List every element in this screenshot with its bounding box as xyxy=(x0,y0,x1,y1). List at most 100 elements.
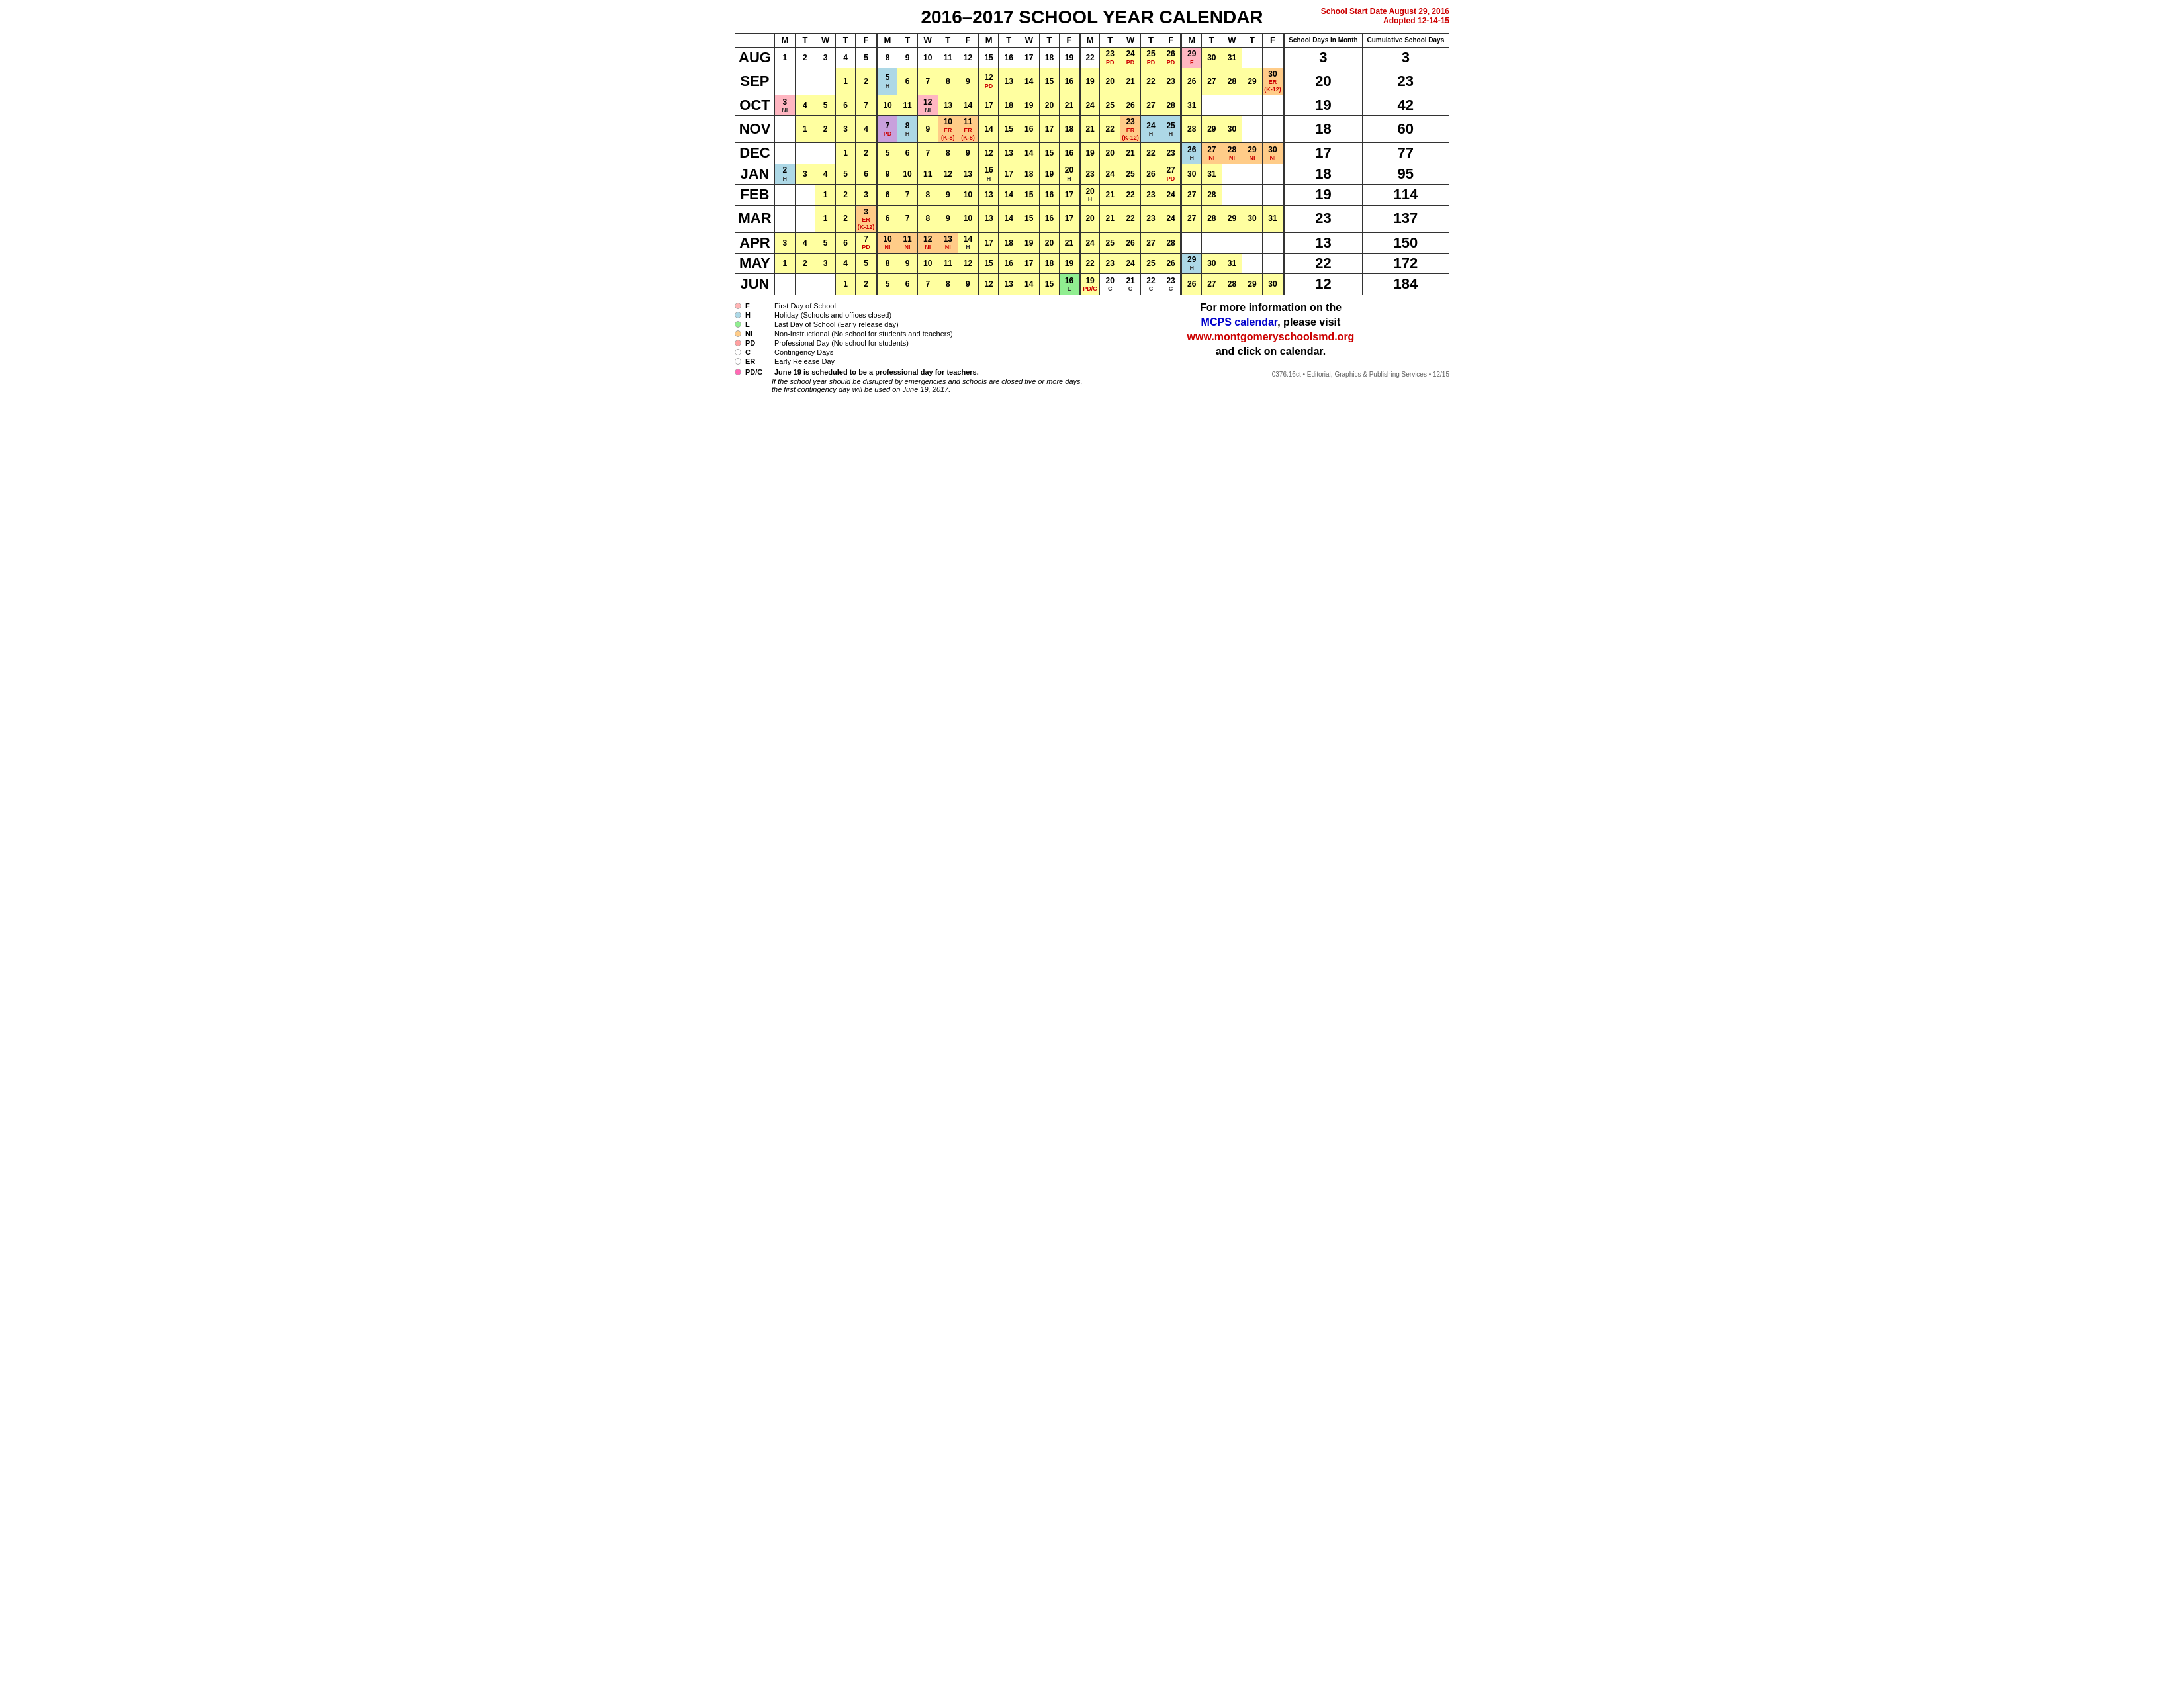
mar-d16: 16 xyxy=(1039,205,1060,232)
legend-left: F First Day of School H Holiday (Schools… xyxy=(735,302,1092,393)
feb-days-month: 19 xyxy=(1284,185,1363,205)
nov-e3 xyxy=(1262,116,1283,143)
oct-d13: 13 xyxy=(938,95,958,115)
nov-d7: 7PD xyxy=(877,116,897,143)
jan-d19: 19 xyxy=(1039,164,1060,184)
col-t4: T xyxy=(938,34,958,48)
may-e2 xyxy=(1262,253,1283,273)
feb-d9: 9 xyxy=(938,185,958,205)
dec-d8: 8 xyxy=(938,143,958,164)
may-e1 xyxy=(1242,253,1263,273)
jun-e2 xyxy=(795,274,815,295)
jun-d23: 23C xyxy=(1161,274,1181,295)
feb-d27: 27 xyxy=(1181,185,1202,205)
aug-row: AUG 1 2 3 4 5 8 9 10 11 12 15 16 17 18 1… xyxy=(735,47,1449,68)
may-d25: 25 xyxy=(1141,253,1161,273)
aug-d19: 19 xyxy=(1060,47,1080,68)
legend-pd: PD Professional Day (No school for stude… xyxy=(735,339,1092,347)
oct-e3 xyxy=(1242,95,1263,115)
legend-dot-l xyxy=(735,321,741,328)
legend-h: H Holiday (Schools and offices closed) xyxy=(735,311,1092,319)
oct-d24: 24 xyxy=(1079,95,1100,115)
dec-d21: 21 xyxy=(1120,143,1141,164)
month-sep: SEP xyxy=(735,68,775,95)
legend-desc-f: First Day of School xyxy=(774,302,836,310)
dec-d16: 16 xyxy=(1060,143,1080,164)
jan-d5: 5 xyxy=(835,164,856,184)
aug-d15: 15 xyxy=(978,47,999,68)
apr-row: APR 3 4 5 6 7PD 10NI 11NI 12NI 13NI 14H … xyxy=(735,232,1449,253)
legend-right: For more information on the MCPS calenda… xyxy=(1092,302,1449,393)
sep-e2 xyxy=(795,68,815,95)
apr-d18: 18 xyxy=(999,232,1019,253)
jan-days-cumul: 95 xyxy=(1362,164,1449,184)
jan-e1 xyxy=(1222,164,1242,184)
apr-d25: 25 xyxy=(1100,232,1120,253)
info-line1: For more information on the xyxy=(1092,302,1449,314)
apr-d11: 11NI xyxy=(897,232,918,253)
may-d19: 19 xyxy=(1060,253,1080,273)
nov-d8: 8H xyxy=(897,116,918,143)
oct-d25: 25 xyxy=(1100,95,1120,115)
apr-d7: 7PD xyxy=(856,232,877,253)
dec-e2 xyxy=(795,143,815,164)
col-t2: T xyxy=(835,34,856,48)
dec-d2: 2 xyxy=(856,143,877,164)
oct-d11: 11 xyxy=(897,95,918,115)
jun-row: JUN 1 2 5 6 7 8 9 12 13 14 15 16L 19PD/C… xyxy=(735,274,1449,295)
mar-d1: 1 xyxy=(815,205,836,232)
mar-d22: 22 xyxy=(1120,205,1141,232)
dec-d29: 29NI xyxy=(1242,143,1263,164)
feb-d8: 8 xyxy=(917,185,938,205)
col-f3: F xyxy=(1060,34,1080,48)
oct-d21: 21 xyxy=(1060,95,1080,115)
sep-d20: 20 xyxy=(1100,68,1120,95)
nov-d28: 28 xyxy=(1181,116,1202,143)
may-d1: 1 xyxy=(775,253,796,273)
jan-row: JAN 2H 3 4 5 6 9 10 11 12 13 16H 17 18 1… xyxy=(735,164,1449,184)
legend-l: L Last Day of School (Early release day) xyxy=(735,320,1092,328)
apr-d26: 26 xyxy=(1120,232,1141,253)
legend-section: F First Day of School H Holiday (Schools… xyxy=(735,302,1449,393)
col-t9: T xyxy=(1202,34,1222,48)
aug-d12: 12 xyxy=(958,47,979,68)
feb-row: FEB 1 2 3 6 7 8 9 10 13 14 15 16 17 20H … xyxy=(735,185,1449,205)
col-t7: T xyxy=(1100,34,1120,48)
col-w4: W xyxy=(1120,34,1141,48)
col-t10: T xyxy=(1242,34,1263,48)
aug-d18: 18 xyxy=(1039,47,1060,68)
jun-d15: 15 xyxy=(1039,274,1060,295)
jun-e1 xyxy=(775,274,796,295)
month-oct: OCT xyxy=(735,95,775,115)
legend-key-pd: PD xyxy=(745,339,772,347)
sep-d13: 13 xyxy=(999,68,1019,95)
feb-e5 xyxy=(1262,185,1283,205)
jan-d27: 27PD xyxy=(1161,164,1181,184)
legend-key-ni: NI xyxy=(745,330,772,338)
feb-d6: 6 xyxy=(877,185,897,205)
sep-d19: 19 xyxy=(1079,68,1100,95)
oct-d4: 4 xyxy=(795,95,815,115)
mar-d2: 2 xyxy=(835,205,856,232)
jun-d19: 19PD/C xyxy=(1079,274,1100,295)
col-f1: F xyxy=(856,34,877,48)
oct-d10: 10 xyxy=(877,95,897,115)
col-t1: T xyxy=(795,34,815,48)
feb-d28: 28 xyxy=(1202,185,1222,205)
jan-d30: 30 xyxy=(1181,164,1202,184)
aug-d29: 29F xyxy=(1181,47,1202,68)
nov-d17: 17 xyxy=(1039,116,1060,143)
nov-d21: 21 xyxy=(1079,116,1100,143)
aug-d25: 25PD xyxy=(1141,47,1161,68)
legend-desc-h: Holiday (Schools and offices closed) xyxy=(774,311,891,319)
may-d8: 8 xyxy=(877,253,897,273)
oct-d19: 19 xyxy=(1019,95,1039,115)
sep-e1 xyxy=(775,68,796,95)
legend-italic-note: If the school year should be disrupted b… xyxy=(772,377,1092,393)
oct-d5: 5 xyxy=(815,95,836,115)
jan-d31: 31 xyxy=(1202,164,1222,184)
dec-days-month: 17 xyxy=(1284,143,1363,164)
jun-d1: 1 xyxy=(835,274,856,295)
col-m3: M xyxy=(978,34,999,48)
oct-d31: 31 xyxy=(1181,95,1202,115)
